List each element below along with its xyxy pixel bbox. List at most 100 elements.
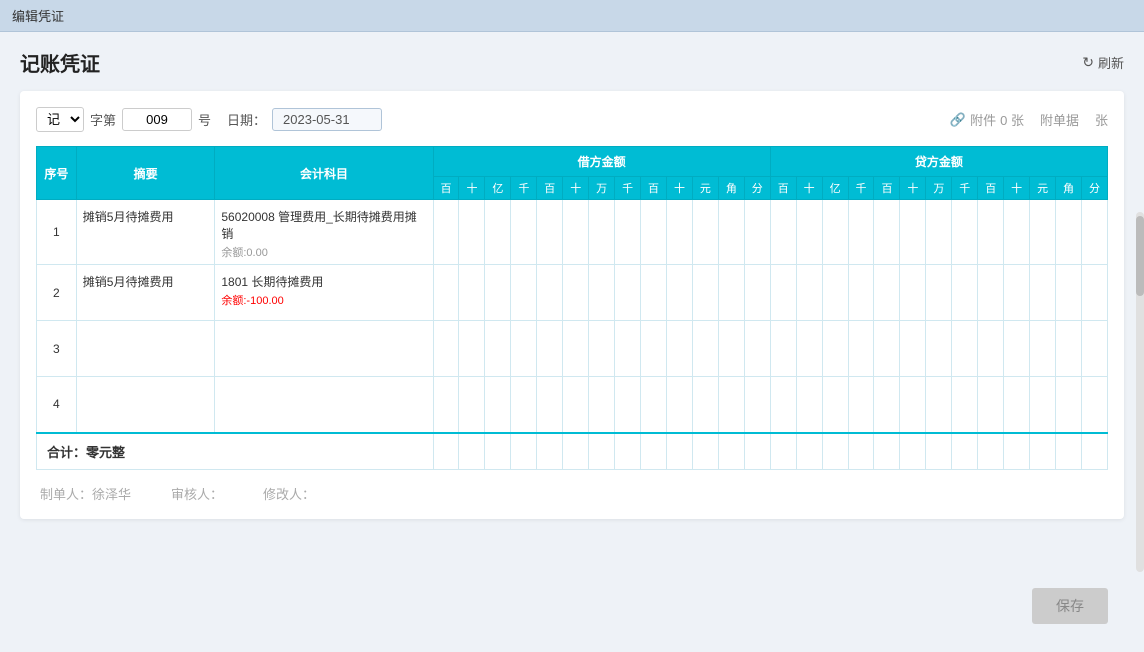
cell-credit-0[interactable] [770,265,796,321]
cell-debit-6[interactable] [589,265,615,321]
cell-credit-5[interactable] [900,377,926,433]
cell-summary[interactable]: 摊销5月待摊费用 [76,200,215,265]
date-input[interactable] [272,108,382,131]
cell-debit-0[interactable] [433,321,459,377]
cell-credit-12[interactable] [1081,200,1107,265]
cell-debit-8[interactable] [641,321,667,377]
cell-credit-4[interactable] [874,377,900,433]
cell-credit-12[interactable] [1081,321,1107,377]
refresh-button[interactable]: ↻ 刷新 [1082,53,1124,72]
cell-credit-10[interactable] [1030,321,1056,377]
cell-credit-5[interactable] [900,321,926,377]
cell-debit-4[interactable] [537,265,563,321]
cell-debit-7[interactable] [615,321,641,377]
cell-debit-4[interactable] [537,200,563,265]
cell-credit-1[interactable] [796,200,822,265]
cell-credit-1[interactable] [796,321,822,377]
cell-credit-4[interactable] [874,321,900,377]
cell-credit-2[interactable] [822,265,848,321]
cell-account[interactable] [215,321,433,377]
cell-debit-6[interactable] [589,321,615,377]
cell-credit-2[interactable] [822,200,848,265]
cell-debit-1[interactable] [459,377,485,433]
cell-debit-8[interactable] [641,200,667,265]
cell-credit-1[interactable] [796,265,822,321]
cell-credit-10[interactable] [1030,200,1056,265]
cell-credit-9[interactable] [1004,321,1030,377]
cell-credit-8[interactable] [978,200,1004,265]
cell-credit-12[interactable] [1081,265,1107,321]
cell-credit-9[interactable] [1004,200,1030,265]
cell-debit-5[interactable] [563,377,589,433]
cell-debit-4[interactable] [537,321,563,377]
cell-credit-11[interactable] [1056,265,1082,321]
cell-credit-2[interactable] [822,377,848,433]
cell-credit-0[interactable] [770,200,796,265]
cell-debit-10[interactable] [692,200,718,265]
cell-debit-0[interactable] [433,265,459,321]
cell-debit-4[interactable] [537,377,563,433]
cell-debit-11[interactable] [718,200,744,265]
cell-credit-12[interactable] [1081,377,1107,433]
cell-debit-3[interactable] [511,377,537,433]
save-button[interactable]: 保存 [1032,588,1108,624]
cell-credit-10[interactable] [1030,265,1056,321]
cell-debit-12[interactable] [744,377,770,433]
type-select[interactable]: 记 [36,107,84,132]
cell-debit-12[interactable] [744,265,770,321]
cell-credit-8[interactable] [978,377,1004,433]
cell-credit-11[interactable] [1056,321,1082,377]
cell-debit-5[interactable] [563,321,589,377]
cell-debit-11[interactable] [718,377,744,433]
cell-credit-0[interactable] [770,377,796,433]
cell-credit-5[interactable] [900,265,926,321]
cell-debit-9[interactable] [666,321,692,377]
cell-credit-7[interactable] [952,377,978,433]
cell-debit-9[interactable] [666,200,692,265]
cell-account[interactable]: 56020008 管理费用_长期待摊费用摊销余额:0.00 [215,200,433,265]
cell-debit-1[interactable] [459,200,485,265]
cell-credit-6[interactable] [926,321,952,377]
cell-summary[interactable] [76,377,215,433]
cell-account[interactable]: 1801 长期待摊费用余额:-100.00 [215,265,433,321]
cell-debit-5[interactable] [563,265,589,321]
cell-debit-2[interactable] [485,265,511,321]
cell-debit-6[interactable] [589,377,615,433]
cell-debit-8[interactable] [641,377,667,433]
cell-credit-1[interactable] [796,377,822,433]
cell-credit-5[interactable] [900,200,926,265]
cell-debit-2[interactable] [485,321,511,377]
cell-debit-12[interactable] [744,200,770,265]
cell-debit-10[interactable] [692,321,718,377]
number-input[interactable]: 009 [122,108,192,131]
cell-account[interactable] [215,377,433,433]
cell-debit-1[interactable] [459,265,485,321]
cell-debit-5[interactable] [563,200,589,265]
cell-debit-2[interactable] [485,200,511,265]
cell-debit-10[interactable] [692,265,718,321]
cell-credit-3[interactable] [848,265,874,321]
cell-credit-3[interactable] [848,377,874,433]
cell-credit-9[interactable] [1004,377,1030,433]
cell-debit-8[interactable] [641,265,667,321]
cell-credit-4[interactable] [874,200,900,265]
cell-credit-6[interactable] [926,377,952,433]
cell-credit-10[interactable] [1030,377,1056,433]
cell-credit-0[interactable] [770,321,796,377]
cell-debit-7[interactable] [615,377,641,433]
cell-debit-9[interactable] [666,377,692,433]
cell-credit-6[interactable] [926,265,952,321]
scrollbar[interactable] [1136,212,1144,572]
cell-credit-8[interactable] [978,265,1004,321]
cell-debit-0[interactable] [433,200,459,265]
cell-credit-2[interactable] [822,321,848,377]
cell-debit-12[interactable] [744,321,770,377]
cell-credit-7[interactable] [952,200,978,265]
cell-debit-7[interactable] [615,265,641,321]
cell-credit-8[interactable] [978,321,1004,377]
cell-credit-4[interactable] [874,265,900,321]
cell-credit-11[interactable] [1056,377,1082,433]
cell-credit-6[interactable] [926,200,952,265]
cell-credit-3[interactable] [848,200,874,265]
cell-debit-6[interactable] [589,200,615,265]
